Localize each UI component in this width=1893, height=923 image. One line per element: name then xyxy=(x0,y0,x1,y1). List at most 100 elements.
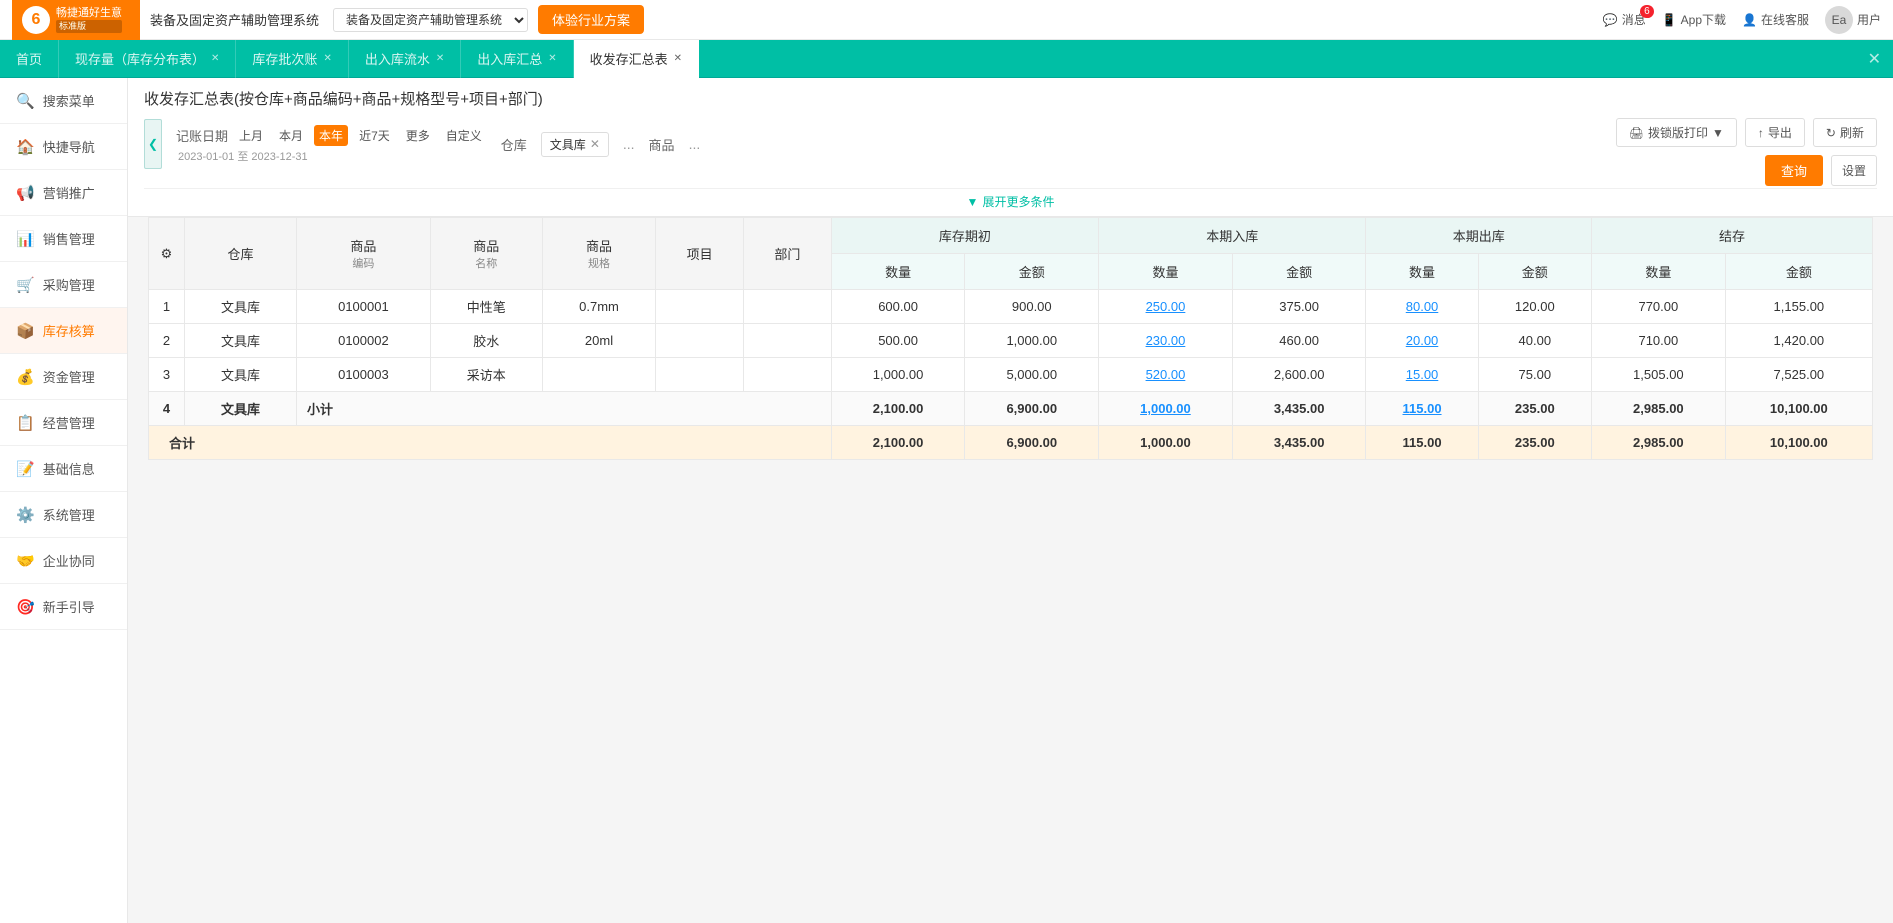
col-balance-amt: 金额 xyxy=(1725,254,1872,290)
row-goods-code: 0100002 xyxy=(297,324,431,358)
row-in-qty[interactable]: 250.00 xyxy=(1099,290,1233,324)
date-btn-more[interactable]: 更多 xyxy=(401,125,435,146)
col-out-qty: 数量 xyxy=(1366,254,1478,290)
col-in-header: 本期入库 xyxy=(1099,218,1366,254)
subtotal-out-amt: 235.00 xyxy=(1478,392,1591,426)
close-tab-icon[interactable]: ✕ xyxy=(548,53,556,64)
basic-icon: 📝 xyxy=(16,460,35,478)
close-tab-icon[interactable]: ✕ xyxy=(211,53,219,64)
total-opening-qty: 2,100.00 xyxy=(831,426,965,460)
logo-icon: 6 xyxy=(22,6,50,34)
system-title: 装备及固定资产辅助管理系统 xyxy=(150,10,319,29)
expand-more-btn[interactable]: ▼ 展开更多条件 xyxy=(967,193,1055,210)
total-balance-qty: 2,985.00 xyxy=(1592,426,1726,460)
nav-tabs: 首页 现存量（库存分布表） ✕ 库存批次账 ✕ 出入库流水 ✕ 出入库汇总 ✕ … xyxy=(0,40,1893,78)
row-out-qty[interactable]: 15.00 xyxy=(1366,358,1478,392)
col-opening-header: 库存期初 xyxy=(831,218,1098,254)
row-project xyxy=(656,290,744,324)
sidebar-item-finance[interactable]: 💰 资金管理 xyxy=(0,354,127,400)
chevron-down-icon: ▼ xyxy=(1712,126,1724,140)
tab-home[interactable]: 首页 xyxy=(0,40,59,78)
query-button[interactable]: 查询 xyxy=(1765,155,1823,186)
date-btn-7days[interactable]: 近7天 xyxy=(354,125,395,146)
data-table: ⚙ 仓库 商品编码 商品名称 商品规格 项目 部门 库存期初 本期入库 本期出库… xyxy=(148,217,1873,460)
system-icon: ⚙️ xyxy=(16,506,35,524)
goods-more[interactable]: ... xyxy=(689,136,701,152)
row-dept xyxy=(743,290,831,324)
close-tab-icon[interactable]: ✕ xyxy=(436,53,444,64)
tab-batch[interactable]: 库存批次账 ✕ xyxy=(236,40,348,78)
tab-receive-send[interactable]: 收发存汇总表 ✕ xyxy=(574,40,699,78)
sidebar-item-marketing[interactable]: 📢 营销推广 xyxy=(0,170,127,216)
col-goods-spec-header: 商品规格 xyxy=(542,218,655,290)
table-wrapper: ⚙ 仓库 商品编码 商品名称 商品规格 项目 部门 库存期初 本期入库 本期出库… xyxy=(128,217,1893,923)
print-button[interactable]: 🖨 拨锁版打印 ▼ xyxy=(1616,118,1737,147)
subtotal-out-qty[interactable]: 115.00 xyxy=(1366,392,1478,426)
col-goods-code-header: 商品编码 xyxy=(297,218,431,290)
row-warehouse: 文具库 xyxy=(185,358,297,392)
tab-flow[interactable]: 出入库流水 ✕ xyxy=(349,40,461,78)
close-all-button[interactable]: ✕ xyxy=(1868,49,1893,69)
subtotal-warehouse: 文具库 xyxy=(185,392,297,426)
sidebar-item-sales[interactable]: 📊 销售管理 xyxy=(0,216,127,262)
row-balance-qty: 1,505.00 xyxy=(1592,358,1726,392)
close-tab-icon[interactable]: ✕ xyxy=(323,53,331,64)
date-btn-this-month[interactable]: 本月 xyxy=(274,125,308,146)
date-btn-last-month[interactable]: 上月 xyxy=(234,125,268,146)
search-icon: 🔍 xyxy=(16,92,35,110)
table-row: 1 文具库 0100001 中性笔 0.7mm 600.00 900.00 25… xyxy=(149,290,1873,324)
refresh-button[interactable]: ↻ 刷新 xyxy=(1813,118,1877,147)
close-tab-icon[interactable]: ✕ xyxy=(674,53,682,64)
sidebar-item-collab[interactable]: 🤝 企业协同 xyxy=(0,538,127,584)
row-out-amt: 120.00 xyxy=(1478,290,1591,324)
col-balance-header: 结存 xyxy=(1592,218,1873,254)
warehouse-tag-close[interactable]: ✕ xyxy=(590,137,600,151)
row-warehouse: 文具库 xyxy=(185,290,297,324)
collab-icon: 🤝 xyxy=(16,552,35,570)
col-out-amt: 金额 xyxy=(1478,254,1591,290)
sidebar-item-operations[interactable]: 📋 经营管理 xyxy=(0,400,127,446)
row-no: 3 xyxy=(149,358,185,392)
sidebar-item-guide[interactable]: 🎯 新手引导 xyxy=(0,584,127,630)
row-out-qty[interactable]: 20.00 xyxy=(1366,324,1478,358)
date-btn-this-year[interactable]: 本年 xyxy=(314,125,348,146)
row-goods-spec: 0.7mm xyxy=(542,290,655,324)
sidebar-item-purchase[interactable]: 🛒 采购管理 xyxy=(0,262,127,308)
user-menu[interactable]: Ea 用户 xyxy=(1825,6,1881,34)
export-button[interactable]: ↑ 导出 xyxy=(1745,118,1805,147)
logo-text: 畅捷通好生意 标准版 xyxy=(56,6,122,34)
system-selector[interactable]: 装备及固定资产辅助管理系统 xyxy=(333,8,528,32)
subtotal-row: 4 文具库 小计 2,100.00 6,900.00 1,000.00 3,43… xyxy=(149,392,1873,426)
tab-inventory-dist[interactable]: 现存量（库存分布表） ✕ xyxy=(59,40,236,78)
tab-summary[interactable]: 出入库汇总 ✕ xyxy=(461,40,573,78)
col-warehouse-header: 仓库 xyxy=(185,218,297,290)
sidebar-item-basic[interactable]: 📝 基础信息 xyxy=(0,446,127,492)
row-opening-qty: 600.00 xyxy=(831,290,965,324)
row-opening-qty: 1,000.00 xyxy=(831,358,965,392)
avatar: Ea xyxy=(1825,6,1853,34)
col-settings-header[interactable]: ⚙ xyxy=(149,218,185,290)
sidebar-item-system[interactable]: ⚙️ 系统管理 xyxy=(0,492,127,538)
sidebar-item-search[interactable]: 🔍 搜索菜单 xyxy=(0,78,127,124)
header-right: 💬 消息 6 📱 App下载 👤 在线客服 Ea 用户 xyxy=(1603,6,1881,34)
sidebar-item-inventory[interactable]: 📦 库存核算 xyxy=(0,308,127,354)
experience-button[interactable]: 体验行业方案 xyxy=(538,5,644,34)
sidebar-item-nav[interactable]: 🏠 快捷导航 xyxy=(0,124,127,170)
warehouse-more[interactable]: ... xyxy=(623,136,635,152)
subtotal-in-qty[interactable]: 1,000.00 xyxy=(1099,392,1233,426)
message-button[interactable]: 💬 消息 6 xyxy=(1603,11,1646,28)
date-btn-custom[interactable]: 自定义 xyxy=(441,125,487,146)
collapse-arrow[interactable]: ❮ xyxy=(144,119,162,169)
subtotal-no: 4 xyxy=(149,392,185,426)
row-in-qty[interactable]: 520.00 xyxy=(1099,358,1233,392)
goods-label: 商品 xyxy=(649,135,675,154)
online-service-button[interactable]: 👤 在线客服 xyxy=(1742,11,1809,28)
row-in-qty[interactable]: 230.00 xyxy=(1099,324,1233,358)
row-opening-amt: 900.00 xyxy=(965,290,1099,324)
warehouse-label: 仓库 xyxy=(501,135,527,154)
total-in-qty: 1,000.00 xyxy=(1099,426,1233,460)
row-out-qty[interactable]: 80.00 xyxy=(1366,290,1478,324)
settings-small-button[interactable]: 设置 xyxy=(1831,155,1877,186)
app-download-button[interactable]: 📱 App下载 xyxy=(1662,11,1726,28)
row-balance-amt: 1,155.00 xyxy=(1725,290,1872,324)
